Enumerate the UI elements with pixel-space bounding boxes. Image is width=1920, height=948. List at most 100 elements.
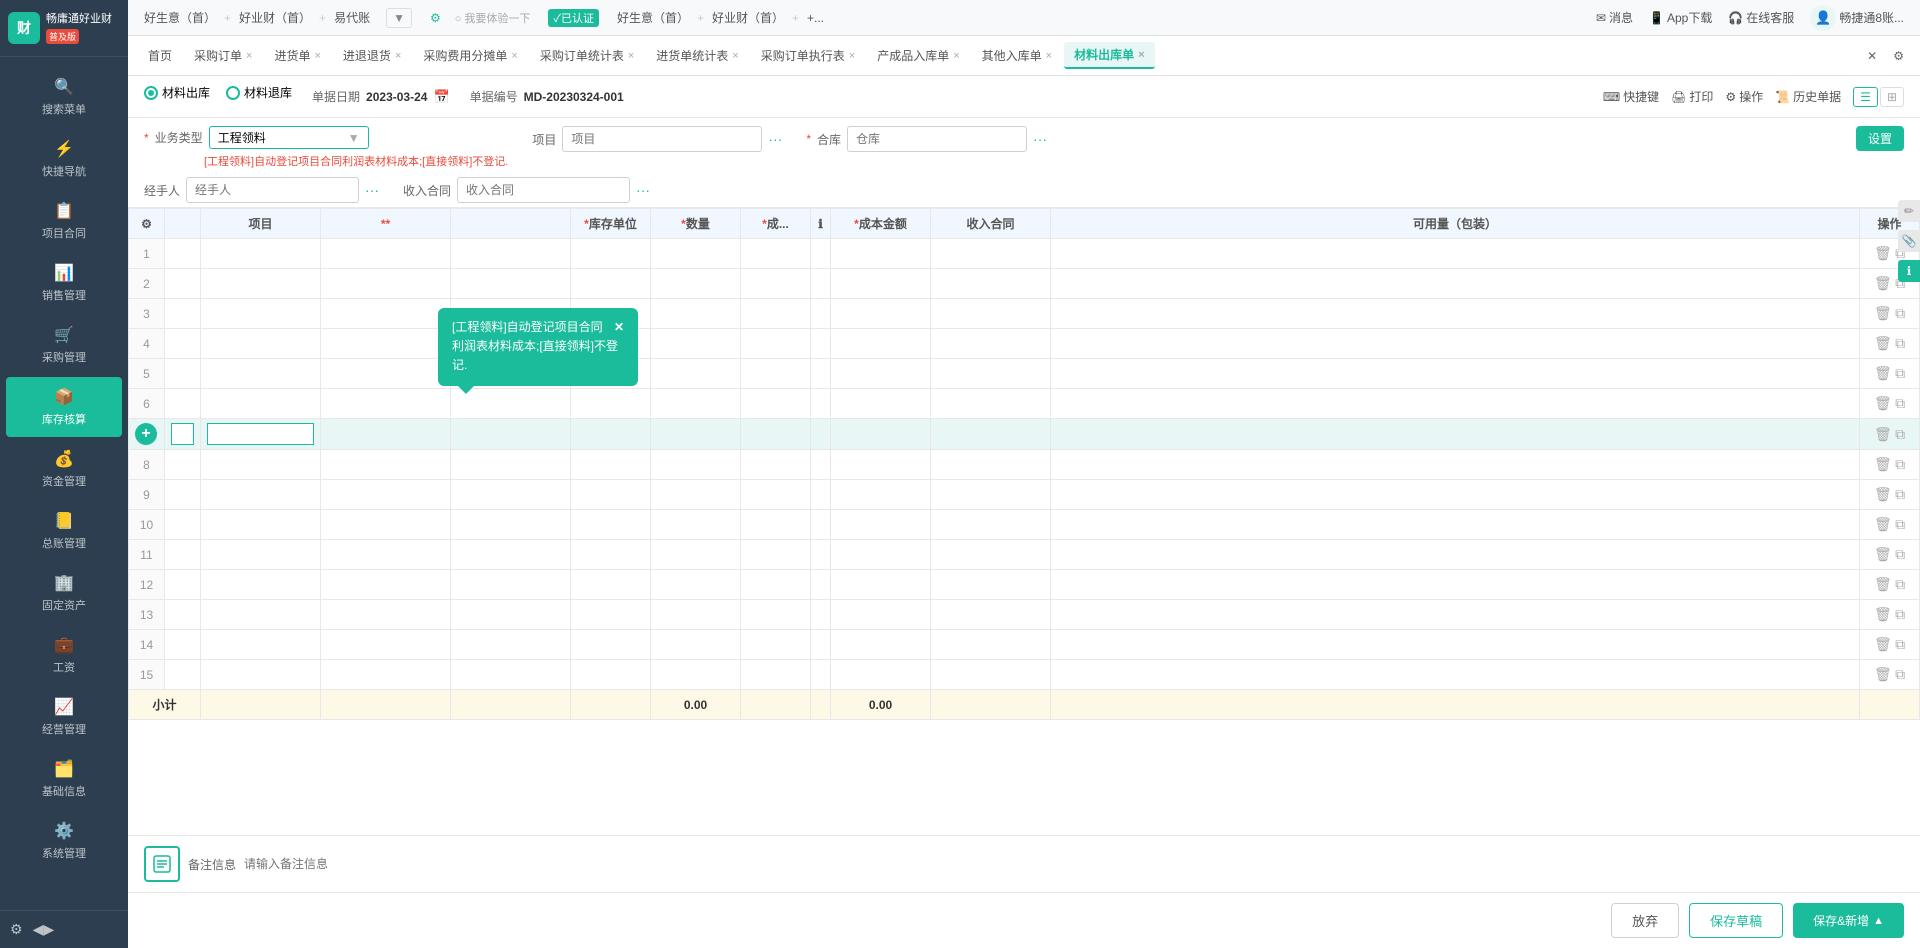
row-4-material[interactable]	[321, 329, 451, 359]
row-6-copy-btn[interactable]: ⧉	[1895, 395, 1905, 411]
row-5-qty[interactable]	[651, 359, 741, 389]
tab-other-inbound-close[interactable]: ×	[1046, 50, 1052, 62]
print-btn[interactable]: 🖨 打印	[1671, 88, 1713, 105]
sidebar-item-finance[interactable]: 💰 资金管理	[6, 439, 122, 499]
row-11-project[interactable]	[201, 540, 321, 570]
row-8-income-contract[interactable]	[931, 450, 1051, 480]
row-2-income-contract[interactable]	[931, 269, 1051, 299]
row-7-project-input[interactable]	[207, 423, 314, 445]
row-13-unit[interactable]	[571, 600, 651, 630]
row-1-unit[interactable]	[571, 239, 651, 269]
row-10-income-contract[interactable]	[931, 510, 1051, 540]
row-14-delete-btn[interactable]: 🗑	[1874, 636, 1892, 652]
topbar-link-haoshengyi[interactable]: 好生意（首）	[144, 9, 216, 26]
row-6-unit[interactable]	[571, 389, 651, 419]
sidebar-item-search[interactable]: 🔍 搜索菜单	[6, 67, 122, 127]
row-12-spec[interactable]	[451, 570, 571, 600]
row-9-cost-amount[interactable]	[831, 480, 931, 510]
row-9-qty[interactable]	[651, 480, 741, 510]
row-12-cost-amount[interactable]	[831, 570, 931, 600]
row-3-material[interactable]	[321, 299, 451, 329]
row-13-material[interactable]	[321, 600, 451, 630]
row-5-material[interactable]	[321, 359, 451, 389]
close-tab-btn[interactable]: ✕	[1861, 46, 1883, 66]
row-8-qty[interactable]	[651, 450, 741, 480]
row-5-income-contract[interactable]	[931, 359, 1051, 389]
row-9-spec[interactable]	[451, 480, 571, 510]
row-6-qty[interactable]	[651, 389, 741, 419]
row-11-income-contract[interactable]	[931, 540, 1051, 570]
row-8-cost[interactable]	[741, 450, 811, 480]
row-5-delete-btn[interactable]: 🗑	[1874, 365, 1892, 381]
income-contract-dots-btn[interactable]: ···	[636, 182, 650, 198]
row-11-qty[interactable]	[651, 540, 741, 570]
settings-button[interactable]: 设置	[1856, 126, 1904, 151]
row-3-cost[interactable]	[741, 299, 811, 329]
row-7-project[interactable]	[201, 419, 321, 450]
row-8-delete-btn[interactable]: 🗑	[1874, 456, 1892, 472]
row-3-income-contract[interactable]	[931, 299, 1051, 329]
row-6-cost-amount[interactable]	[831, 389, 931, 419]
tab-purchase-fee[interactable]: 采购费用分摊单 ×	[413, 43, 527, 68]
row-3-delete-btn[interactable]: 🗑	[1874, 305, 1892, 321]
table-wrap[interactable]: ⚙ 项目 ** *库存单位 *数量 *成... ℹ *成本金额 收入合同 可	[128, 208, 1920, 835]
handler-input[interactable]	[186, 177, 359, 203]
row-4-qty[interactable]	[651, 329, 741, 359]
sidebar-item-basic[interactable]: 🗂️ 基础信息	[6, 749, 122, 809]
business-type-input[interactable]: 工程领料 ▼	[209, 126, 369, 149]
row-2-delete-btn[interactable]: 🗑	[1874, 275, 1892, 291]
topbar-link2-haoshengyi[interactable]: 好生意（首）	[617, 9, 689, 26]
project-input[interactable]	[562, 126, 762, 152]
row-13-income-contract[interactable]	[931, 600, 1051, 630]
float-info-btn[interactable]: ℹ	[1898, 260, 1920, 282]
row-15-delete-btn[interactable]: 🗑	[1874, 666, 1892, 682]
calendar-icon[interactable]: 📅	[433, 89, 449, 105]
row-2-cost-amount[interactable]	[831, 269, 931, 299]
row-10-delete-btn[interactable]: 🗑	[1874, 516, 1892, 532]
row-6-cost[interactable]	[741, 389, 811, 419]
history-btn[interactable]: 📜 历史单据	[1775, 88, 1841, 105]
row-15-project[interactable]	[201, 660, 321, 690]
row-2-qty[interactable]	[651, 269, 741, 299]
row-14-spec[interactable]	[451, 630, 571, 660]
row-13-qty[interactable]	[651, 600, 741, 630]
project-dots-btn[interactable]: ···	[768, 131, 782, 147]
row-10-cost[interactable]	[741, 510, 811, 540]
quick-key-btn[interactable]: ⌨ 快捷键	[1603, 88, 1659, 105]
row-6-project[interactable]	[201, 389, 321, 419]
tab-return[interactable]: 进退退货 ×	[333, 43, 411, 68]
row-12-unit[interactable]	[571, 570, 651, 600]
sidebar-item-system[interactable]: ⚙️ 系统管理	[6, 811, 122, 871]
topbar-link2-more[interactable]: +...	[807, 11, 824, 25]
row-10-unit[interactable]	[571, 510, 651, 540]
tab-purchase-order[interactable]: 采购订单 ×	[184, 43, 262, 68]
row-11-cost[interactable]	[741, 540, 811, 570]
row-7-material[interactable]	[321, 419, 451, 450]
row-12-income-contract[interactable]	[931, 570, 1051, 600]
row-11-spec[interactable]	[451, 540, 571, 570]
row-15-spec[interactable]	[451, 660, 571, 690]
tab-incoming-stats[interactable]: 进货单统计表 ×	[646, 43, 748, 68]
row-5-project[interactable]	[201, 359, 321, 389]
tab-finished-goods[interactable]: 产成品入库单 ×	[867, 43, 969, 68]
row-11-copy-btn[interactable]: ⧉	[1895, 546, 1905, 562]
sidebar-item-asset[interactable]: 🏢 固定资产	[6, 563, 122, 623]
row-2-material[interactable]	[321, 269, 451, 299]
row-2-cost[interactable]	[741, 269, 811, 299]
row-9-delete-btn[interactable]: 🗑	[1874, 486, 1892, 502]
row-10-qty[interactable]	[651, 510, 741, 540]
row-5-cost-amount[interactable]	[831, 359, 931, 389]
row-14-project[interactable]	[201, 630, 321, 660]
row-1-project[interactable]	[201, 239, 321, 269]
row-15-material[interactable]	[321, 660, 451, 690]
row-15-cost-amount[interactable]	[831, 660, 931, 690]
sidebar-item-ops[interactable]: 📈 经营管理	[6, 687, 122, 747]
row-9-unit[interactable]	[571, 480, 651, 510]
row-12-qty[interactable]	[651, 570, 741, 600]
radio-material-outbound[interactable]: 材料出库	[144, 84, 210, 101]
topbar-expand-btn[interactable]: ▼	[386, 8, 412, 28]
row-15-qty[interactable]	[651, 660, 741, 690]
row-8-copy-btn[interactable]: ⧉	[1895, 456, 1905, 472]
sidebar-item-payroll[interactable]: 💼 工资	[6, 625, 122, 685]
tab-purchase-stats[interactable]: 采购订单统计表 ×	[530, 43, 644, 68]
